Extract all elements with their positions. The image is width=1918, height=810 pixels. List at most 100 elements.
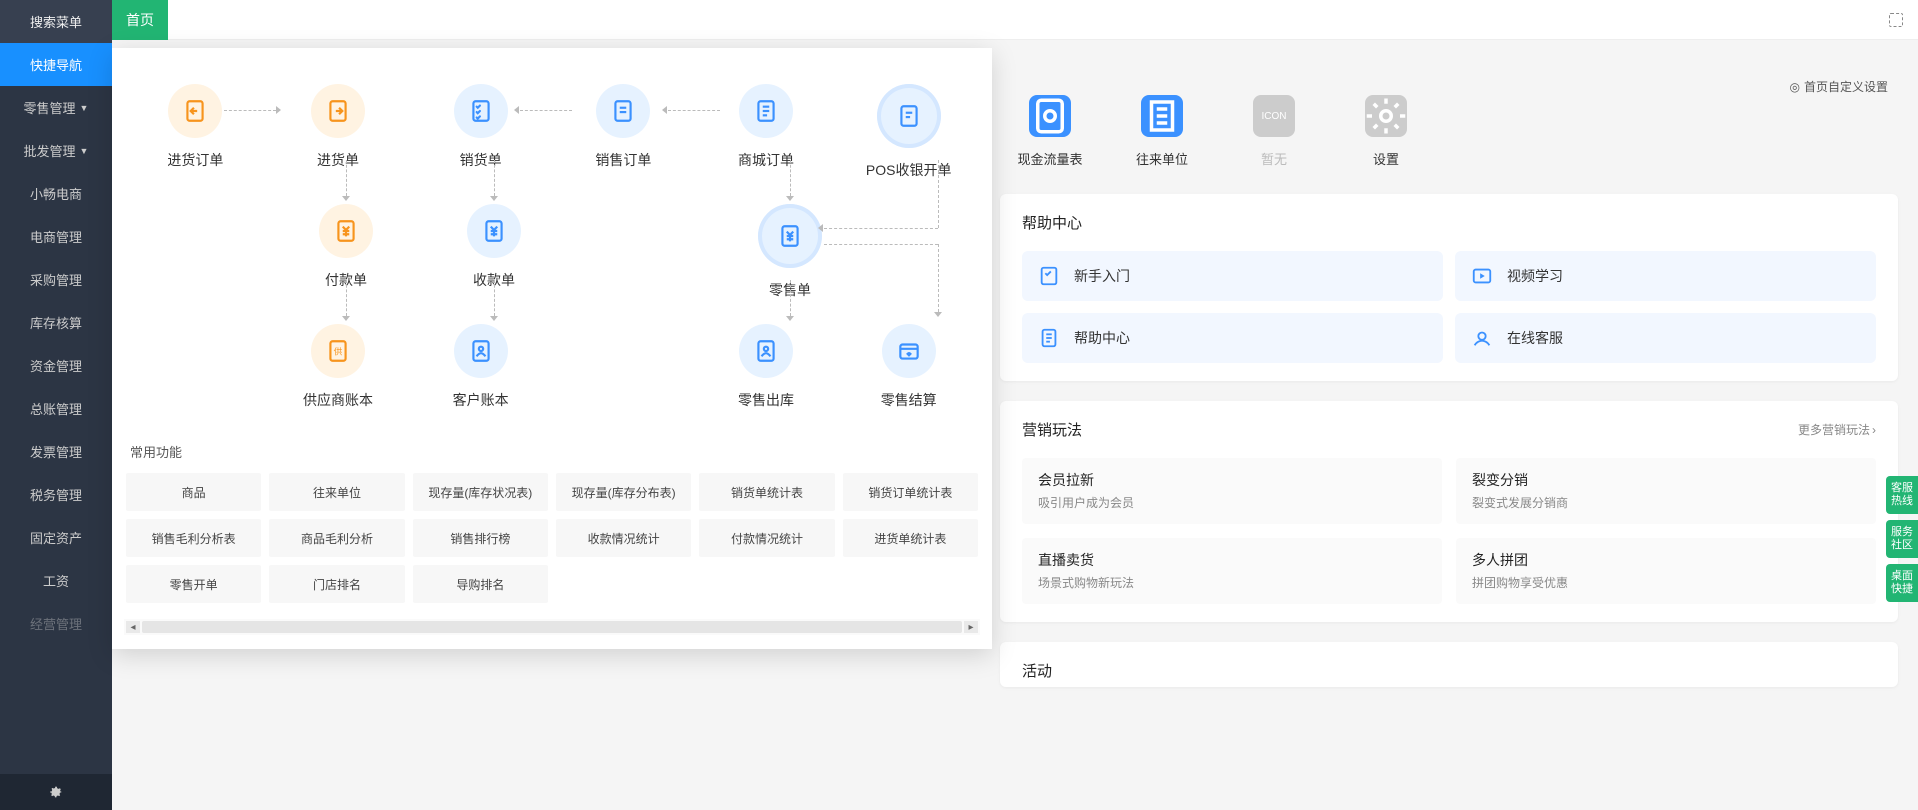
flow-node-retail-outbound[interactable]: 零售出库 (695, 324, 838, 410)
chevron-right-icon: › (1872, 423, 1876, 437)
promo-more-link[interactable]: 更多营销玩法› (1798, 421, 1876, 438)
gear-icon (48, 784, 64, 800)
shortcut-btn[interactable]: 往来单位 (269, 473, 404, 511)
sidebar-item-inventory[interactable]: 库存核算 (0, 301, 112, 344)
tab-home[interactable]: 首页 (112, 0, 168, 40)
flow-node-payment[interactable]: 付款单 (272, 204, 420, 290)
flow-node-pos[interactable]: POS收银开单 (837, 84, 980, 180)
promo-item-distribution[interactable]: 裂变分销裂变式发展分销商 (1456, 458, 1876, 524)
fullscreen-button[interactable] (1884, 8, 1908, 32)
sidebar-item-funding[interactable]: 资金管理 (0, 344, 112, 387)
activity-card: 活动 (1000, 642, 1898, 687)
shortcut-btn[interactable]: 导购排名 (413, 565, 548, 603)
checklist-icon (468, 98, 494, 124)
scroll-left-button[interactable]: ◂ (126, 621, 140, 633)
help-item-support[interactable]: 在线客服 (1455, 313, 1876, 363)
help-item-video[interactable]: 视频学习 (1455, 251, 1876, 301)
building-icon (1141, 95, 1183, 137)
document-icon (1029, 95, 1071, 137)
sidebar-item-ecomm1[interactable]: 小畅电商 (0, 172, 112, 215)
receipt-icon (896, 103, 922, 129)
flyout-scrollbar[interactable]: ◂ ▸ (124, 619, 980, 635)
outbound-icon (753, 338, 779, 364)
yuan-icon (333, 218, 359, 244)
shortcut-btn[interactable]: 付款情况统计 (699, 519, 834, 557)
shortcut-btn[interactable]: 销售毛利分析表 (126, 519, 261, 557)
shortcut-contacts[interactable]: 往来单位 (1112, 95, 1212, 168)
help-item-getting-started[interactable]: 新手入门 (1022, 251, 1443, 301)
shortcut-settings[interactable]: 设置 (1336, 95, 1436, 168)
flow-node-purchase-order[interactable]: 进货订单 (124, 84, 267, 170)
shortcut-btn[interactable]: 销售排行榜 (413, 519, 548, 557)
shortcut-btn[interactable]: 现存量(库存分布表) (556, 473, 691, 511)
sidebar-item-fixedassets[interactable]: 固定资产 (0, 516, 112, 559)
sidebar-item-invoice[interactable]: 发票管理 (0, 430, 112, 473)
flow-node-retail-settle[interactable]: 零售结算 (837, 324, 980, 410)
sidebar-item-salary[interactable]: 工资 (0, 559, 112, 602)
yuan-icon (481, 218, 507, 244)
sidebar-item-ledger[interactable]: 总账管理 (0, 387, 112, 430)
order-out-icon (325, 98, 351, 124)
fullscreen-icon (1889, 13, 1903, 27)
card-title: 帮助中心 (1022, 212, 1876, 233)
flow-node-supplier-ledger[interactable]: 供 供应商账本 (267, 324, 410, 410)
flow-row-2: 付款单 收款单 零售单 (124, 204, 980, 324)
shortcut-cashflow[interactable]: 现金流量表 (1000, 95, 1100, 168)
shortcut-btn[interactable]: 零售开单 (126, 565, 261, 603)
sidebar-item-purchase[interactable]: 采购管理 (0, 258, 112, 301)
order-in-icon (182, 98, 208, 124)
home-custom-settings-link[interactable]: ◎ 首页自定义设置 (1790, 78, 1889, 95)
sidebar-item-ecomm2[interactable]: 电商管理 (0, 215, 112, 258)
promo-item-livestream[interactable]: 直播卖货场景式购物新玩法 (1022, 538, 1442, 604)
help-center-card: 帮助中心 新手入门 视频学习 帮助中心 在线客服 (1000, 194, 1898, 381)
flow-node-receipt[interactable]: 收款单 (420, 204, 568, 290)
sidebar-item-quicknav[interactable]: 快捷导航 (0, 43, 112, 86)
sidebar-settings-button[interactable] (0, 774, 112, 810)
shortcut-btn[interactable]: 收款情况统计 (556, 519, 691, 557)
shortcut-btn[interactable]: 销货订单统计表 (843, 473, 978, 511)
settle-icon (896, 338, 922, 364)
help-item-helpcenter[interactable]: 帮助中心 (1022, 313, 1443, 363)
top-tabs: 首页 (112, 0, 1918, 40)
customer-icon (468, 338, 494, 364)
scroll-track[interactable] (142, 621, 962, 633)
sidebar-search-label: 搜索菜单 (30, 12, 82, 31)
yuan-icon (777, 223, 803, 249)
quicknav-flyout: 进货订单 进货单 销货单 销售订单 商城订单 POS收银开单 (112, 48, 992, 649)
sidebar-search[interactable]: 搜索菜单 (0, 0, 112, 43)
flow-node-sales-order[interactable]: 销售订单 (552, 84, 695, 170)
shortcut-btn[interactable]: 进货单统计表 (843, 519, 978, 557)
video-icon (1471, 265, 1493, 287)
checklist-icon (1038, 265, 1060, 287)
sidebar-item-wholesale[interactable]: 批发管理▼ (0, 129, 112, 172)
promo-item-membership[interactable]: 会员拉新吸引用户成为会员 (1022, 458, 1442, 524)
target-icon: ◎ (1790, 80, 1800, 94)
promo-item-groupbuy[interactable]: 多人拼团拼团购物享受优惠 (1456, 538, 1876, 604)
shortcut-btn[interactable]: 门店排名 (269, 565, 404, 603)
flow-node-mall-order[interactable]: 商城订单 (695, 84, 838, 170)
float-btn-hotline[interactable]: 客服热线 (1886, 476, 1918, 514)
floating-side-buttons: 客服热线 服务社区 桌面快捷 (1886, 476, 1918, 602)
shortcut-btn[interactable]: 销货单统计表 (699, 473, 834, 511)
chevron-down-icon: ▼ (80, 103, 89, 113)
document-icon (1038, 327, 1060, 349)
sidebar-item-retail[interactable]: 零售管理▼ (0, 86, 112, 129)
svg-text:供: 供 (334, 345, 343, 356)
flow-node-sales-bill[interactable]: 销货单 (409, 84, 552, 170)
flow-node-customer-ledger[interactable]: 客户账本 (409, 324, 552, 410)
card-title: 营销玩法 更多营销玩法› (1022, 419, 1876, 440)
shortcut-btn[interactable]: 商品 (126, 473, 261, 511)
float-btn-community[interactable]: 服务社区 (1886, 520, 1918, 558)
scroll-right-button[interactable]: ▸ (964, 621, 978, 633)
main-content: ◎ 首页自定义设置 现金流量表 往来单位 ICON 暂无 设置 帮助中心 新手入… (1000, 40, 1898, 687)
flow-row-1: 进货订单 进货单 销货单 销售订单 商城订单 POS收银开单 (124, 84, 980, 204)
shortcut-btn[interactable]: 现存量(库存状况表) (413, 473, 548, 511)
sidebar-item-operations[interactable]: 经营管理 (0, 602, 112, 645)
promo-card: 营销玩法 更多营销玩法› 会员拉新吸引用户成为会员 裂变分销裂变式发展分销商 直… (1000, 401, 1898, 622)
flow-node-purchase[interactable]: 进货单 (267, 84, 410, 170)
sidebar-item-tax[interactable]: 税务管理 (0, 473, 112, 516)
headset-icon (1471, 327, 1493, 349)
shortcut-btn[interactable]: 商品毛利分析 (269, 519, 404, 557)
float-btn-desktop[interactable]: 桌面快捷 (1886, 564, 1918, 602)
gear-icon (1365, 95, 1407, 137)
